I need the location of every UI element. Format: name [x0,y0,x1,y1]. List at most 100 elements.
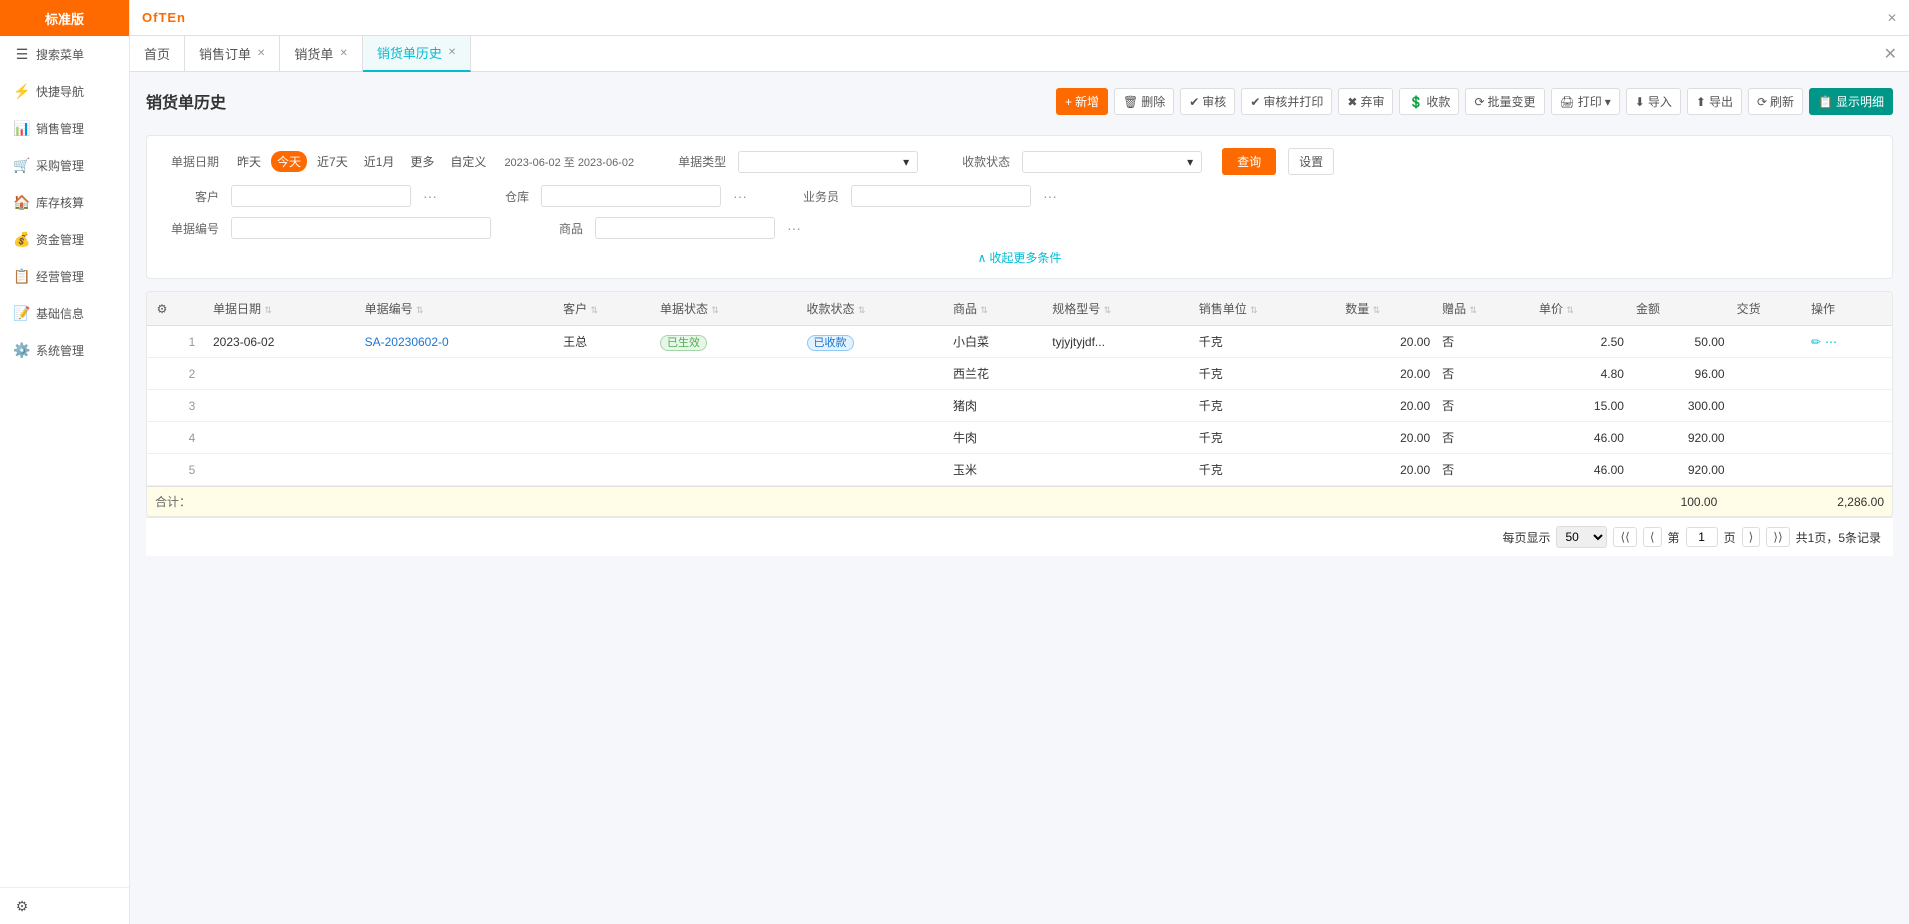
footer-qty-total: 100.00 [1681,495,1718,509]
th-goods[interactable]: 商品 ⇅ [947,292,1046,326]
sort-paystatus-icon: ⇅ [858,305,866,315]
sidebar-item-purchase-mgmt[interactable]: 🛒 采购管理 [0,147,129,184]
warehouse-input[interactable] [541,185,721,207]
th-amount: 金额 [1630,292,1731,326]
doc-no-input[interactable] [231,217,491,239]
data-table: ⚙ 单据日期 ⇅ 单据编号 ⇅ 客户 [147,292,1892,486]
first-page-button[interactable]: ⟨⟨ [1613,527,1636,547]
th-date[interactable]: 单据日期 ⇅ [207,292,359,326]
goods-dots[interactable]: ··· [787,220,801,236]
tab-close-sales-history[interactable]: ✕ [448,47,456,58]
cell-amount: 920.00 [1630,454,1731,486]
customer-dots[interactable]: ··· [423,188,437,204]
tab-close-sales-goods[interactable]: ✕ [339,48,347,59]
staff-dots[interactable]: ··· [1043,188,1057,204]
refresh-button[interactable]: ⟳ 刷新 [1748,88,1803,115]
batch-change-icon: ⟳ [1474,95,1484,109]
cell-goods: 玉米 [947,454,1046,486]
th-gift[interactable]: 赠品 ⇅ [1436,292,1533,326]
add-button[interactable]: + 新增 [1056,88,1108,115]
goods-input[interactable] [595,217,775,239]
batch-change-button[interactable]: ⟳ 批量变更 [1465,88,1544,115]
sidebar-item-basic-info[interactable]: 📝 基础信息 [0,295,129,332]
doc-type-select[interactable]: ▾ [738,151,918,173]
cell-goods: 牛肉 [947,422,1046,454]
th-price[interactable]: 单价 ⇅ [1533,292,1630,326]
th-customer[interactable]: 客户 ⇅ [557,292,654,326]
window-close-icon[interactable]: ✕ [1887,11,1897,25]
delete-button[interactable]: 🗑 删除 [1114,88,1174,115]
tab-close-all-button[interactable]: ✕ [1872,44,1909,64]
sidebar-item-label: 销售管理 [36,120,84,137]
date-btn-custom[interactable]: 自定义 [444,151,492,172]
th-unit[interactable]: 销售单位 ⇅ [1193,292,1340,326]
collect-button[interactable]: 💲 收款 [1399,88,1459,115]
refresh-icon: ⟳ [1757,95,1767,109]
collect-status-select[interactable]: ▾ [1022,151,1202,173]
date-btn-yesterday[interactable]: 昨天 [231,151,267,172]
show-detail-button[interactable]: 📋 显示明细 [1809,88,1893,115]
audit-print-button[interactable]: ✔ 审核并打印 [1241,88,1332,115]
tab-sales-goods[interactable]: 销货单 ✕ [280,36,362,72]
cell-actions: ✏⋯ [1805,326,1892,358]
sidebar-item-label: 基础信息 [36,305,84,322]
tab-sales-history[interactable]: 销货单历史 ✕ [363,36,471,72]
sidebar-item-sales-mgmt[interactable]: 📊 销售管理 [0,110,129,147]
staff-input[interactable] [851,185,1031,207]
warehouse-dots[interactable]: ··· [733,188,747,204]
sidebar-item-bottom-1[interactable]: ⚙ [0,888,129,924]
cell-gift: 否 [1436,358,1533,390]
tab-close-sales-order[interactable]: ✕ [257,48,265,59]
cell-unit: 千克 [1193,390,1340,422]
audit-button[interactable]: ✔ 审核 [1180,88,1235,115]
th-qty[interactable]: 数量 ⇅ [1339,292,1436,326]
sidebar-item-operations-mgmt[interactable]: 📋 经营管理 [0,258,129,295]
sidebar-item-label: 库存核算 [36,194,84,211]
abandon-button[interactable]: ✖ 弃审 [1338,88,1393,115]
export-button[interactable]: ⬆ 导出 [1687,88,1742,115]
th-doc-status[interactable]: 单据状态 ⇅ [654,292,801,326]
customer-label: 客户 [163,188,219,205]
more-action[interactable]: ⋯ [1825,335,1837,349]
prev-page-button[interactable]: ⟨ [1643,527,1662,547]
collapse-button[interactable]: ∧ 收起更多条件 [163,249,1876,266]
sidebar-item-inventory-calc[interactable]: 🏠 库存核算 [0,184,129,221]
next-page-button[interactable]: ⟩ [1742,527,1761,547]
sidebar-item-quick-nav[interactable]: ⚡ 快捷导航 [0,73,129,110]
sidebar-item-finance-mgmt[interactable]: 💰 资金管理 [0,221,129,258]
current-page-input[interactable] [1686,527,1718,547]
th-pay-status[interactable]: 收款状态 ⇅ [801,292,948,326]
cell-pay-status [801,390,948,422]
last-page-button[interactable]: ⟩⟩ [1766,527,1789,547]
tab-sales-order[interactable]: 销售订单 ✕ [185,36,280,72]
settings-button[interactable]: 设置 [1288,148,1334,175]
cell-qty: 20.00 [1339,422,1436,454]
import-button[interactable]: ⬇ 导入 [1626,88,1681,115]
cell-pay-status [801,358,948,390]
total-info: 共1页，5条记录 [1796,529,1881,546]
date-btn-today[interactable]: 今天 [271,151,307,172]
date-btn-more[interactable]: 更多 [404,151,440,172]
print-button[interactable]: 🖨 打印 ▾ [1551,88,1620,115]
customer-input[interactable] [231,185,411,207]
cell-price: 46.00 [1533,422,1630,454]
query-button[interactable]: 查询 [1222,148,1276,175]
pagination: 每页显示 50 100 200 ⟨⟨ ⟨ 第 页 ⟩ ⟩⟩ 共1页，5条记录 [146,517,1893,556]
date-btn-7days[interactable]: 近7天 [311,151,354,172]
th-spec[interactable]: 规格型号 ⇅ [1046,292,1193,326]
sidebar-item-system-mgmt[interactable]: ⚙️ 系统管理 [0,332,129,369]
date-btn-1month[interactable]: 近1月 [358,151,401,172]
th-gear[interactable]: ⚙ [147,292,177,326]
page-size-select[interactable]: 50 100 200 [1556,526,1607,548]
print-dropdown-icon: ▾ [1605,95,1611,109]
edit-action[interactable]: ✏ [1811,335,1821,349]
table-row: 1 2023-06-02 SA-20230602-0 王总 已生效 已收款 小白… [147,326,1892,358]
cell-spec [1046,358,1193,390]
th-doc-no[interactable]: 单据编号 ⇅ [359,292,558,326]
collect-icon: 💲 [1408,95,1423,109]
inventory-icon: 🏠 [14,195,30,211]
tab-home[interactable]: 首页 [130,36,185,72]
cell-customer [557,358,654,390]
cell-goods: 小白菜 [947,326,1046,358]
sidebar-item-search-menu[interactable]: ☰ 搜索菜单 [0,36,129,73]
